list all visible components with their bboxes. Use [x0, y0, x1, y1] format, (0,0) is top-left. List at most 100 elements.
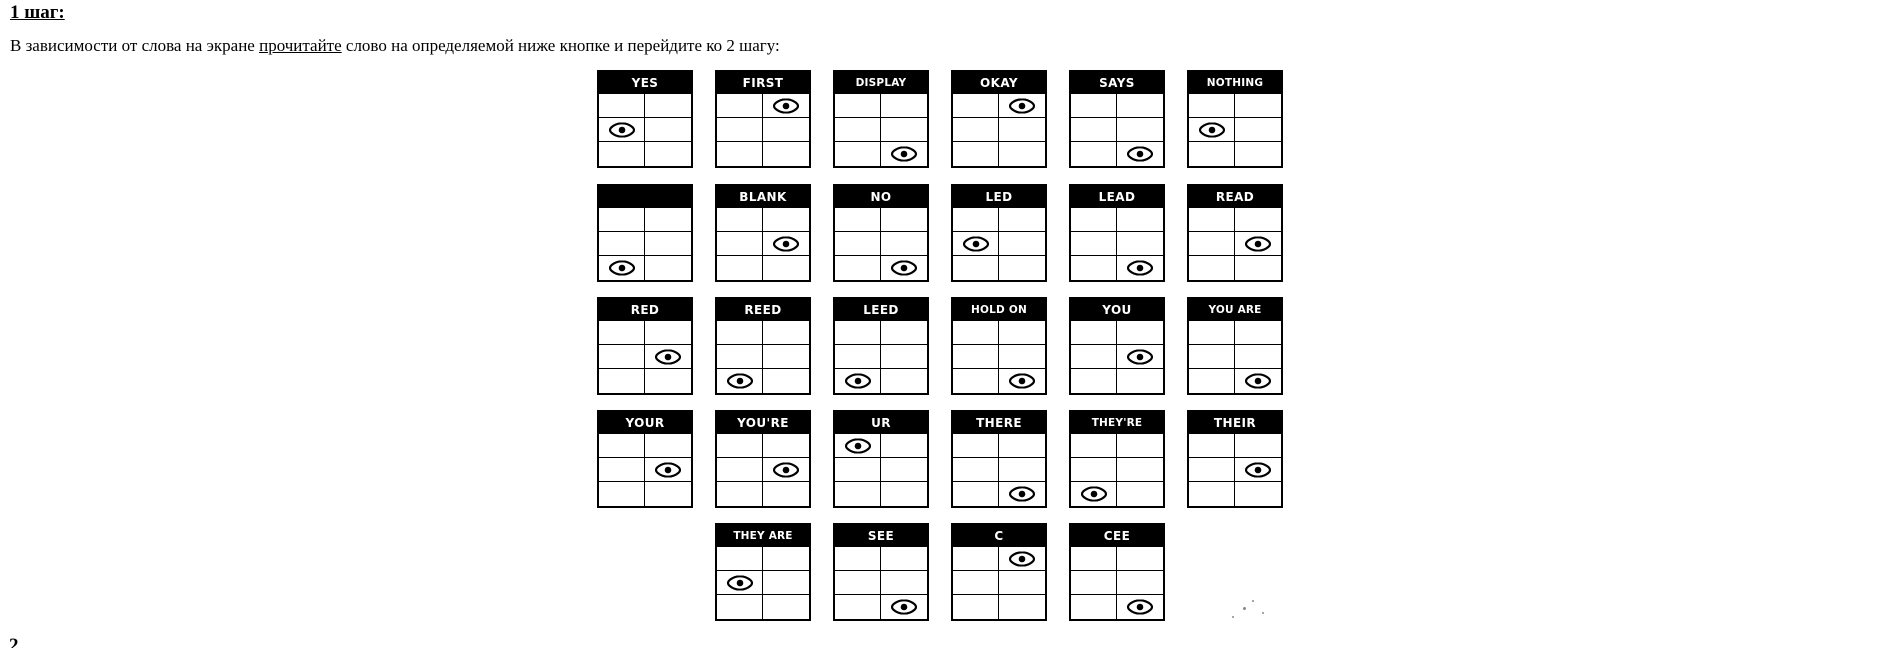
- grid-cell[interactable]: [599, 345, 645, 369]
- grid-cell[interactable]: [881, 547, 927, 571]
- grid-cell[interactable]: [999, 256, 1045, 280]
- grid-cell[interactable]: [599, 434, 645, 458]
- grid-cell[interactable]: [763, 232, 809, 256]
- grid-cell[interactable]: [763, 434, 809, 458]
- grid-cell[interactable]: [999, 571, 1045, 595]
- grid-cell[interactable]: [645, 458, 691, 482]
- grid-cell[interactable]: [999, 118, 1045, 142]
- grid-cell[interactable]: [953, 571, 999, 595]
- grid-cell[interactable]: [1071, 232, 1117, 256]
- grid-cell[interactable]: [835, 547, 881, 571]
- grid-cell[interactable]: [835, 142, 881, 166]
- grid-cell[interactable]: [1117, 434, 1163, 458]
- grid-cell[interactable]: [1071, 458, 1117, 482]
- grid-cell[interactable]: [881, 482, 927, 506]
- grid-cell[interactable]: [1117, 345, 1163, 369]
- word-grid-blank[interactable]: BLANK: [715, 184, 811, 282]
- word-grid-first[interactable]: FIRST: [715, 70, 811, 168]
- grid-cell[interactable]: [999, 547, 1045, 571]
- grid-cell[interactable]: [999, 208, 1045, 232]
- grid-cell[interactable]: [645, 345, 691, 369]
- word-grid-okay[interactable]: OKAY: [951, 70, 1047, 168]
- grid-cell[interactable]: [645, 482, 691, 506]
- grid-cell[interactable]: [953, 208, 999, 232]
- grid-cell[interactable]: [1117, 256, 1163, 280]
- grid-cell[interactable]: [763, 482, 809, 506]
- grid-cell[interactable]: [763, 369, 809, 393]
- grid-cell[interactable]: [645, 321, 691, 345]
- word-grid-yes[interactable]: YES: [597, 70, 693, 168]
- grid-cell[interactable]: [1117, 208, 1163, 232]
- grid-cell[interactable]: [645, 434, 691, 458]
- grid-cell[interactable]: [717, 434, 763, 458]
- grid-cell[interactable]: [763, 547, 809, 571]
- grid-cell[interactable]: [763, 94, 809, 118]
- grid-cell[interactable]: [599, 232, 645, 256]
- grid-cell[interactable]: [953, 256, 999, 280]
- grid-cell[interactable]: [1071, 256, 1117, 280]
- grid-cell[interactable]: [881, 142, 927, 166]
- word-grid-leed[interactable]: LEED: [833, 297, 929, 395]
- grid-cell[interactable]: [881, 94, 927, 118]
- grid-cell[interactable]: [645, 142, 691, 166]
- grid-cell[interactable]: [835, 434, 881, 458]
- grid-cell[interactable]: [1071, 94, 1117, 118]
- grid-cell[interactable]: [717, 321, 763, 345]
- word-grid-there[interactable]: THERE: [951, 410, 1047, 508]
- word-grid-led[interactable]: LED: [951, 184, 1047, 282]
- grid-cell[interactable]: [835, 118, 881, 142]
- grid-cell[interactable]: [599, 369, 645, 393]
- word-grid-you-are[interactable]: YOU ARE: [1187, 297, 1283, 395]
- grid-cell[interactable]: [1117, 118, 1163, 142]
- grid-cell[interactable]: [999, 434, 1045, 458]
- grid-cell[interactable]: [645, 256, 691, 280]
- grid-cell[interactable]: [1071, 142, 1117, 166]
- word-grid-see[interactable]: SEE: [833, 523, 929, 621]
- grid-cell[interactable]: [763, 256, 809, 280]
- grid-cell[interactable]: [999, 482, 1045, 506]
- grid-cell[interactable]: [599, 321, 645, 345]
- word-grid-you[interactable]: YOU: [1069, 297, 1165, 395]
- grid-cell[interactable]: [1189, 321, 1235, 345]
- grid-cell[interactable]: [1235, 142, 1281, 166]
- word-grid-ur[interactable]: UR: [833, 410, 929, 508]
- word-grid-no[interactable]: NO: [833, 184, 929, 282]
- grid-cell[interactable]: [1117, 232, 1163, 256]
- grid-cell[interactable]: [1189, 94, 1235, 118]
- word-grid-nothing[interactable]: NOTHING: [1187, 70, 1283, 168]
- grid-cell[interactable]: [1071, 434, 1117, 458]
- grid-cell[interactable]: [953, 434, 999, 458]
- grid-cell[interactable]: [1071, 345, 1117, 369]
- grid-cell[interactable]: [835, 482, 881, 506]
- grid-cell[interactable]: [717, 232, 763, 256]
- grid-cell[interactable]: [1235, 458, 1281, 482]
- grid-cell[interactable]: [999, 345, 1045, 369]
- grid-cell[interactable]: [763, 118, 809, 142]
- grid-cell[interactable]: [953, 94, 999, 118]
- word-grid-hold-on[interactable]: HOLD ON: [951, 297, 1047, 395]
- grid-cell[interactable]: [1071, 369, 1117, 393]
- grid-cell[interactable]: [763, 571, 809, 595]
- grid-cell[interactable]: [835, 232, 881, 256]
- grid-cell[interactable]: [717, 256, 763, 280]
- grid-cell[interactable]: [953, 595, 999, 619]
- grid-cell[interactable]: [881, 118, 927, 142]
- grid-cell[interactable]: [1189, 232, 1235, 256]
- grid-cell[interactable]: [1235, 321, 1281, 345]
- grid-cell[interactable]: [953, 321, 999, 345]
- word-grid-blank[interactable]: [597, 184, 693, 282]
- grid-cell[interactable]: [1189, 369, 1235, 393]
- grid-cell[interactable]: [1235, 118, 1281, 142]
- word-grid-display[interactable]: DISPLAY: [833, 70, 929, 168]
- grid-cell[interactable]: [763, 142, 809, 166]
- grid-cell[interactable]: [835, 321, 881, 345]
- grid-cell[interactable]: [1235, 94, 1281, 118]
- grid-cell[interactable]: [717, 94, 763, 118]
- grid-cell[interactable]: [953, 118, 999, 142]
- grid-cell[interactable]: [835, 94, 881, 118]
- grid-cell[interactable]: [881, 345, 927, 369]
- word-grid-read[interactable]: READ: [1187, 184, 1283, 282]
- grid-cell[interactable]: [999, 232, 1045, 256]
- grid-cell[interactable]: [1117, 369, 1163, 393]
- grid-cell[interactable]: [953, 458, 999, 482]
